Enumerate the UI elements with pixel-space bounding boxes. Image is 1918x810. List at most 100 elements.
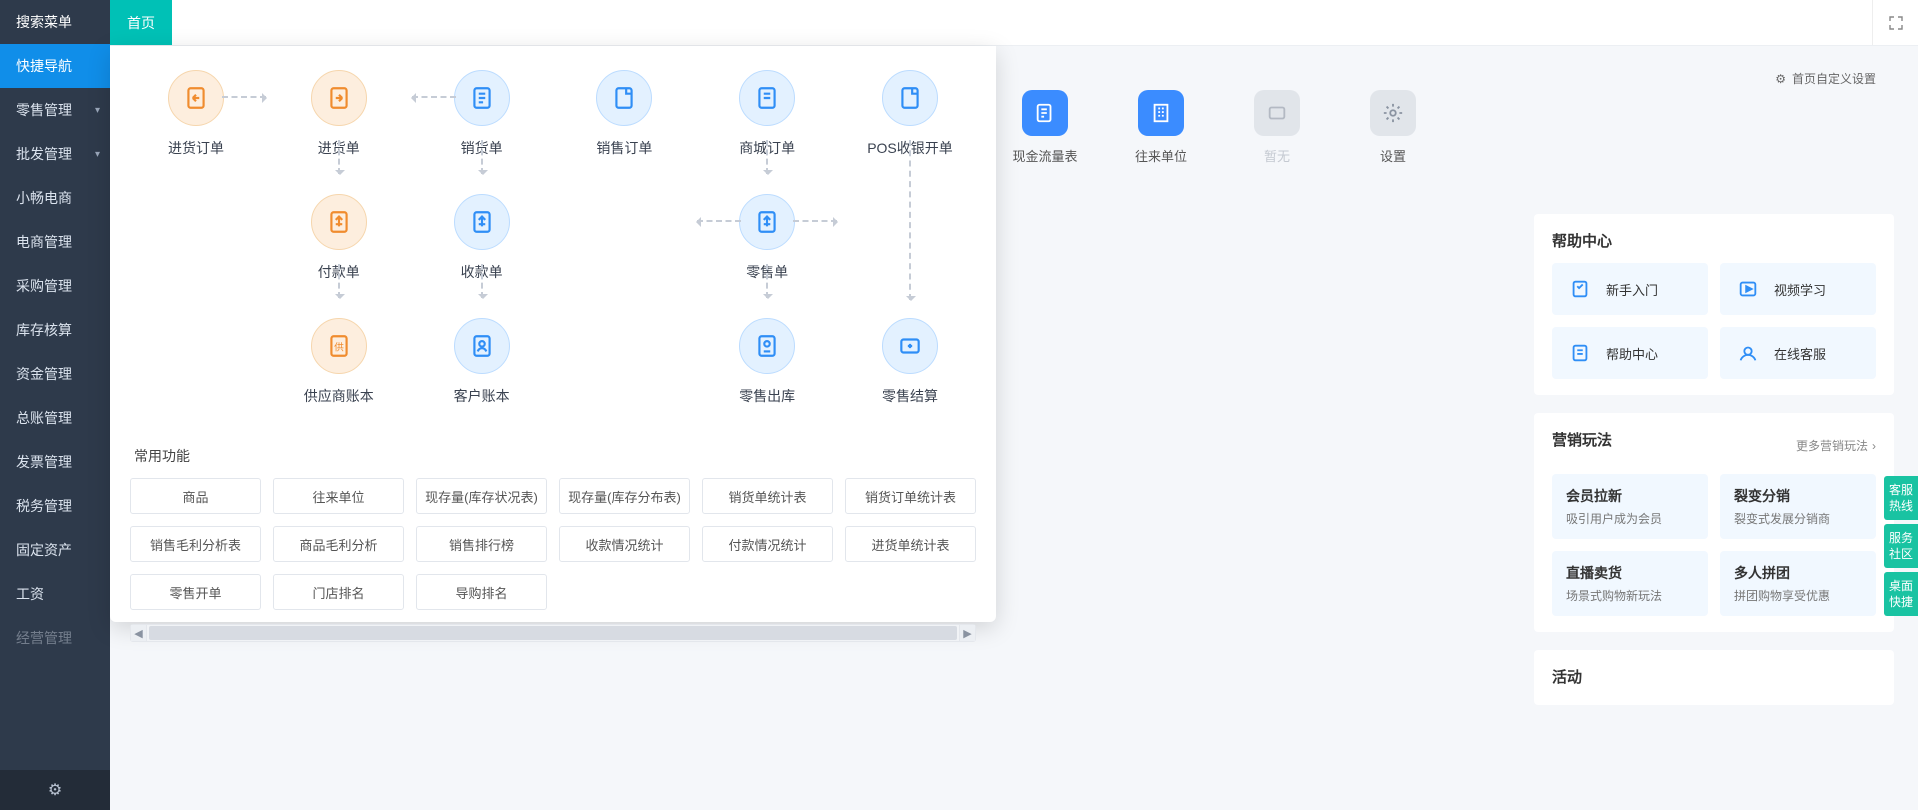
cf-button[interactable]: 销售毛利分析表 xyxy=(130,526,261,562)
flow-node-retail-out[interactable]: 零售出库 xyxy=(701,318,833,442)
card-title: 裂变分销 xyxy=(1734,486,1862,506)
sidebar-item-tax[interactable]: 税务管理 xyxy=(0,484,110,528)
sidebar-item-more[interactable]: 经营管理 xyxy=(0,616,110,660)
card-title: 多人拼团 xyxy=(1734,563,1862,583)
cf-button[interactable]: 收款情况统计 xyxy=(559,526,690,562)
arrow-icon xyxy=(697,220,741,222)
money-icon xyxy=(454,194,510,250)
chip-hotline[interactable]: 客服 热线 xyxy=(1884,476,1918,520)
out-icon xyxy=(739,318,795,374)
shortcut-settings[interactable]: 设置 xyxy=(1348,90,1438,165)
sidebar-item-search[interactable]: 搜索菜单 xyxy=(0,0,110,44)
sidebar-item-label: 搜索菜单 xyxy=(16,12,72,32)
gear-icon xyxy=(1370,90,1416,136)
sidebar-item-salary[interactable]: 工资 xyxy=(0,572,110,616)
sidebar-item-label: 批发管理 xyxy=(16,144,72,164)
marketing-card[interactable]: 直播卖货 场景式购物新玩法 xyxy=(1552,551,1708,616)
cf-button[interactable]: 门店排名 xyxy=(273,574,404,610)
topbar: 首页 xyxy=(110,0,1918,46)
marketing-card[interactable]: 会员拉新 吸引用户成为会员 xyxy=(1552,474,1708,539)
marketing-card[interactable]: 多人拼团 拼团购物享受优惠 xyxy=(1720,551,1876,616)
sidebar-item-invoice[interactable]: 发票管理 xyxy=(0,440,110,484)
flow-empty xyxy=(558,194,690,318)
scroll-left-icon[interactable]: ◀ xyxy=(131,625,147,641)
cf-button[interactable]: 导购排名 xyxy=(416,574,547,610)
flow-node-label: 付款单 xyxy=(273,262,405,282)
settle-icon xyxy=(882,318,938,374)
cf-button[interactable]: 销售排行榜 xyxy=(416,526,547,562)
doc-icon xyxy=(596,70,652,126)
sidebar-item-ecom-small[interactable]: 小畅电商 xyxy=(0,176,110,220)
sidebar-item-quicknav[interactable]: 快捷导航 xyxy=(0,44,110,88)
fullscreen-icon[interactable] xyxy=(1872,0,1918,45)
panel-help: 帮助中心 新手入门 视频学习 帮助中心 在线客服 xyxy=(1534,214,1894,395)
shortcut-contacts[interactable]: 往来单位 xyxy=(1116,90,1206,165)
flow-node-mall-order[interactable]: 商城订单 xyxy=(701,70,833,194)
cf-button[interactable]: 进货单统计表 xyxy=(845,526,976,562)
flow-node-pos[interactable]: POS收银开单 xyxy=(844,70,976,194)
cf-button[interactable]: 销货订单统计表 xyxy=(845,478,976,514)
shortcut-cashflow[interactable]: 现金流量表 xyxy=(1000,90,1090,165)
cf-button[interactable]: 商品 xyxy=(130,478,261,514)
building-icon xyxy=(1138,90,1184,136)
sidebar-item-funds[interactable]: 资金管理 xyxy=(0,352,110,396)
flow-node-label: 客户账本 xyxy=(416,386,548,406)
marketing-card[interactable]: 裂变分销 裂变式发展分销商 xyxy=(1720,474,1876,539)
shortcut-label: 暂无 xyxy=(1232,146,1322,165)
flow-node-supplier-ledger[interactable]: 供 供应商账本 xyxy=(273,318,405,442)
help-item-video[interactable]: 视频学习 xyxy=(1720,263,1876,315)
flow-node-payment[interactable]: 付款单 xyxy=(273,194,405,318)
cf-button[interactable]: 付款情况统计 xyxy=(702,526,833,562)
chip-desktop[interactable]: 桌面 快捷 xyxy=(1884,572,1918,616)
help-item-support[interactable]: 在线客服 xyxy=(1720,327,1876,379)
placeholder-icon xyxy=(1254,90,1300,136)
flow-node-sales-order[interactable]: 销售订单 xyxy=(558,70,690,194)
sidebar-item-label: 采购管理 xyxy=(16,276,72,296)
customer-icon xyxy=(454,318,510,374)
cf-button[interactable]: 往来单位 xyxy=(273,478,404,514)
flow-node-receipt[interactable]: 收款单 xyxy=(416,194,548,318)
flow-node-customer-ledger[interactable]: 客户账本 xyxy=(416,318,548,442)
sidebar-item-ledger[interactable]: 总账管理 xyxy=(0,396,110,440)
shortcut-empty[interactable]: 暂无 xyxy=(1232,90,1322,165)
scroll-thumb[interactable] xyxy=(149,626,957,640)
cf-button[interactable]: 现存量(库存状况表) xyxy=(416,478,547,514)
horizontal-scrollbar[interactable]: ◀ ▶ xyxy=(130,624,976,642)
help-item-newbie[interactable]: 新手入门 xyxy=(1552,263,1708,315)
list-icon xyxy=(454,70,510,126)
tab-home[interactable]: 首页 xyxy=(110,0,172,45)
cf-button[interactable]: 商品毛利分析 xyxy=(273,526,404,562)
help-item-label: 帮助中心 xyxy=(1606,344,1658,363)
sidebar-item-label: 小畅电商 xyxy=(16,188,72,208)
sidebar-item-assets[interactable]: 固定资产 xyxy=(0,528,110,572)
flow-node-retail-settle[interactable]: 零售结算 xyxy=(844,318,976,442)
flow-node-purchase-note[interactable]: 进货单 xyxy=(273,70,405,194)
sidebar-item-ecom[interactable]: 电商管理 xyxy=(0,220,110,264)
sidebar-item-retail[interactable]: 零售管理▾ xyxy=(0,88,110,132)
cf-button[interactable]: 现存量(库存分布表) xyxy=(559,478,690,514)
sidebar-item-wholesale[interactable]: 批发管理▾ xyxy=(0,132,110,176)
flow-node-sales-note[interactable]: 销货单 xyxy=(416,70,548,194)
flow-node-retail-note[interactable]: 零售单 xyxy=(701,194,833,318)
shortcut-label: 现金流量表 xyxy=(1000,146,1090,165)
sidebar-item-inventory[interactable]: 库存核算 xyxy=(0,308,110,352)
doc-icon xyxy=(882,70,938,126)
card-desc: 拼团购物享受优惠 xyxy=(1734,587,1862,604)
flow-node-label: 进货订单 xyxy=(130,138,262,158)
panel-activity: 活动 xyxy=(1534,650,1894,705)
money-icon xyxy=(311,194,367,250)
scroll-right-icon[interactable]: ▶ xyxy=(959,625,975,641)
panel-marketing: 营销玩法 更多营销玩法› 会员拉新 吸引用户成为会员 裂变分销 裂变式发展分销商… xyxy=(1534,413,1894,632)
chip-community[interactable]: 服务 社区 xyxy=(1884,524,1918,568)
sidebar-item-purchase[interactable]: 采购管理 xyxy=(0,264,110,308)
help-item-center[interactable]: 帮助中心 xyxy=(1552,327,1708,379)
headset-icon xyxy=(1734,339,1762,367)
cf-button[interactable]: 零售开单 xyxy=(130,574,261,610)
card-title: 会员拉新 xyxy=(1566,486,1694,506)
sidebar-item-label: 电商管理 xyxy=(16,232,72,252)
flow-node-purchase-order[interactable]: 进货订单 xyxy=(130,70,262,194)
settings-gear-button[interactable]: ⚙ xyxy=(0,770,110,810)
more-marketing-link[interactable]: 更多营销玩法› xyxy=(1796,437,1876,454)
cf-button[interactable]: 销货单统计表 xyxy=(702,478,833,514)
common-functions-grid: 商品 往来单位 现存量(库存状况表) 现存量(库存分布表) 销货单统计表 销货订… xyxy=(130,478,976,610)
